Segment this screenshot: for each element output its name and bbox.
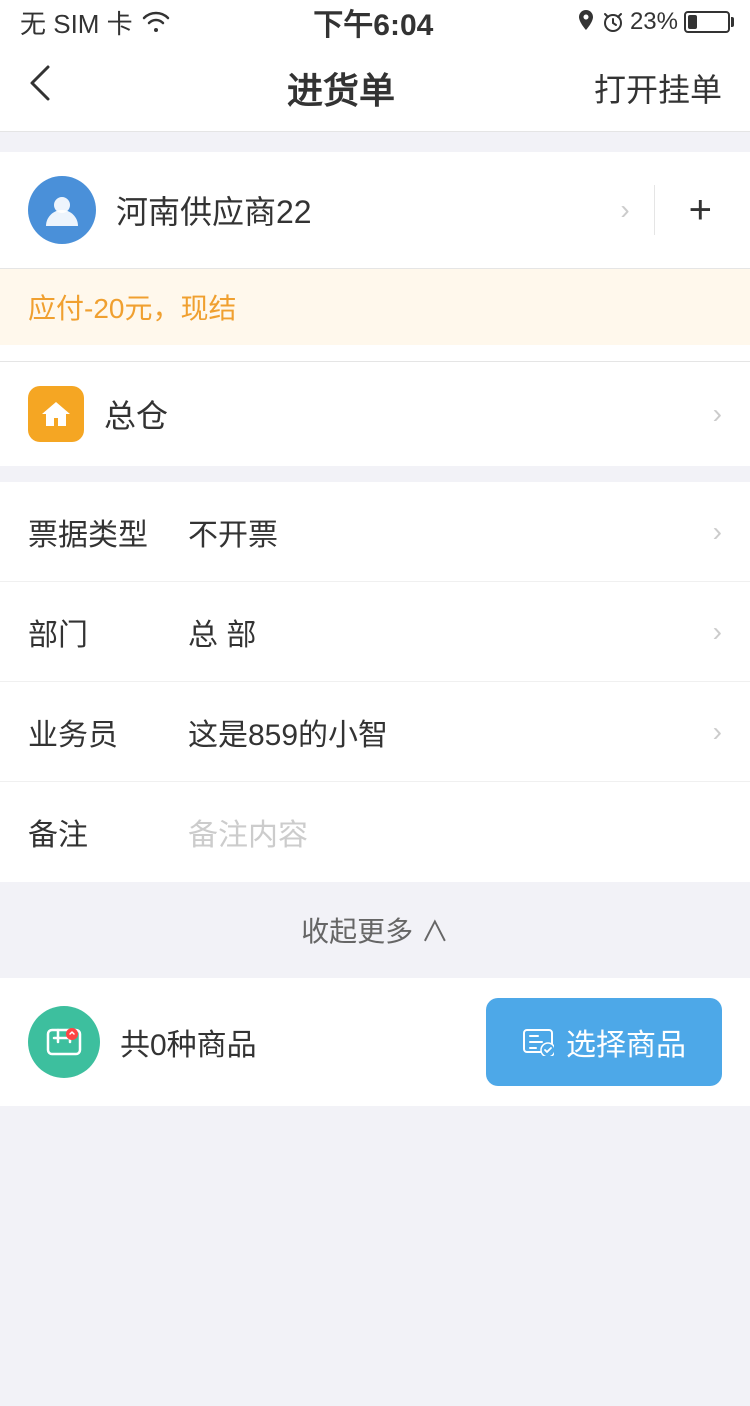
collapse-label: 收起更多 ∧ xyxy=(301,916,449,947)
notice-text: 应付-20元，现结 xyxy=(28,293,236,324)
invoice-label: 票据类型 xyxy=(28,510,188,554)
warehouse-chevron-icon: › xyxy=(713,398,722,430)
vertical-divider xyxy=(654,185,655,235)
warehouse-name: 总仓 xyxy=(104,391,713,437)
status-left: 无 SIM 卡 xyxy=(20,4,171,41)
add-supplier-button[interactable]: + xyxy=(679,188,722,233)
department-row[interactable]: 部门 总 部 › xyxy=(0,582,750,682)
home-icon xyxy=(40,398,72,430)
department-value: 总 部 xyxy=(188,610,713,654)
cart-icon xyxy=(44,1022,84,1062)
notice-bar: 应付-20元，现结 xyxy=(0,269,750,345)
status-bar: 无 SIM 卡 下午6:04 23% xyxy=(0,0,750,44)
invoice-value: 不开票 xyxy=(188,510,713,554)
chevron-right-icon: › xyxy=(620,194,629,226)
salesperson-label: 业务员 xyxy=(28,710,188,754)
open-pending-button[interactable]: 打开挂单 xyxy=(594,65,722,111)
salesperson-row[interactable]: 业务员 这是859的小智 › xyxy=(0,682,750,782)
invoice-type-row[interactable]: 票据类型 不开票 › xyxy=(0,482,750,582)
user-icon xyxy=(42,190,82,230)
remark-input[interactable]: 备注内容 xyxy=(188,810,722,854)
product-count: 共0种商品 xyxy=(120,1020,466,1064)
section-gap-1 xyxy=(0,132,750,152)
bottom-bar: 共0种商品 选择商品 xyxy=(0,978,750,1106)
nav-bar: 进货单 打开挂单 xyxy=(0,44,750,132)
carrier-label: 无 SIM 卡 xyxy=(20,4,133,41)
invoice-chevron-icon: › xyxy=(713,516,722,548)
collapse-button[interactable]: 收起更多 ∧ xyxy=(0,882,750,978)
battery-icon xyxy=(684,11,730,33)
salesperson-chevron-icon: › xyxy=(713,716,722,748)
form-section: 票据类型 不开票 › 部门 总 部 › 业务员 这是859的小智 › 备注 备注… xyxy=(0,482,750,882)
department-label: 部门 xyxy=(28,610,188,654)
warehouse-row[interactable]: 总仓 › xyxy=(0,361,750,466)
select-product-icon xyxy=(522,1028,554,1056)
alarm-icon xyxy=(602,10,624,34)
remark-label: 备注 xyxy=(28,810,188,854)
status-right: 23% xyxy=(576,8,730,36)
salesperson-value: 这是859的小智 xyxy=(188,710,713,754)
select-product-label: 选择商品 xyxy=(566,1020,686,1064)
remark-row[interactable]: 备注 备注内容 xyxy=(0,782,750,882)
wifi-icon xyxy=(141,11,171,33)
gray-background xyxy=(0,1106,750,1406)
department-chevron-icon: › xyxy=(713,616,722,648)
supplier-name: 河南供应商22 xyxy=(116,187,620,233)
cart-icon-wrap xyxy=(28,1006,100,1078)
supplier-row[interactable]: 河南供应商22 › + xyxy=(0,152,750,269)
back-button[interactable] xyxy=(28,63,88,112)
warehouse-icon-wrap xyxy=(28,386,84,442)
supplier-card: 河南供应商22 › + 应付-20元，现结 总仓 › xyxy=(0,152,750,466)
status-time: 下午6:04 xyxy=(313,0,433,44)
page-title: 进货单 xyxy=(287,62,395,114)
battery-label: 23% xyxy=(630,8,678,36)
location-icon xyxy=(576,10,596,34)
select-product-button[interactable]: 选择商品 xyxy=(486,998,722,1086)
supplier-avatar xyxy=(28,176,96,244)
